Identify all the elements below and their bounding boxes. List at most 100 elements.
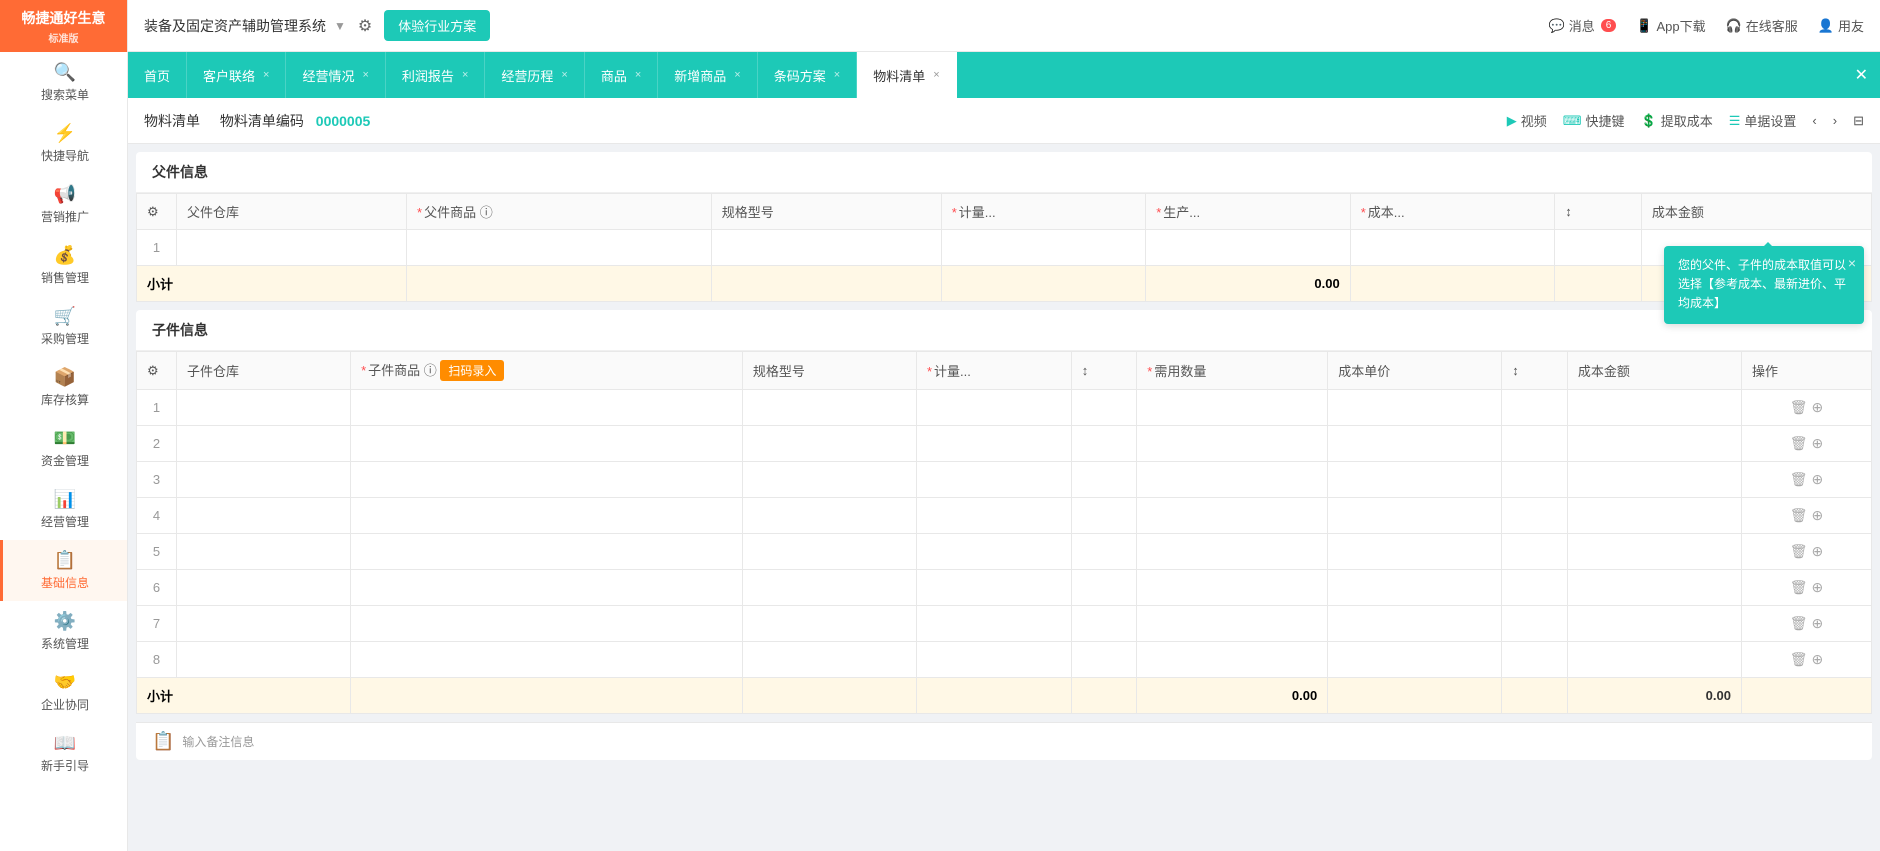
tab-profit-close[interactable]: × — [462, 69, 468, 81]
copy-icon-1[interactable]: ⊕ — [1812, 399, 1824, 416]
child-warehouse-7[interactable] — [177, 606, 351, 642]
copy-icon-7[interactable]: ⊕ — [1812, 615, 1824, 632]
child-unit-8[interactable] — [916, 642, 1071, 678]
delete-icon-2[interactable]: 🗑 — [1790, 435, 1808, 452]
child-spec-6[interactable] — [742, 570, 916, 606]
system-dropdown-arrow[interactable]: ▼ — [334, 19, 346, 33]
tab-operation[interactable]: 经营情况 × — [286, 52, 385, 98]
sidebar-item-enterprise[interactable]: 🤝 企业协同 — [0, 662, 127, 723]
child-unit-cost-6[interactable] — [1328, 570, 1502, 606]
action-shortcut[interactable]: ⌨ 快捷键 — [1563, 111, 1625, 130]
child-warehouse-8[interactable] — [177, 642, 351, 678]
child-warehouse-3[interactable] — [177, 462, 351, 498]
sidebar-item-system[interactable]: ⚙️ 系统管理 — [0, 601, 127, 662]
user-item[interactable]: 👤 用友 — [1818, 16, 1864, 35]
action-view[interactable]: ▶ 视频 — [1507, 111, 1547, 130]
child-goods-1[interactable] — [351, 390, 743, 426]
child-unit-5[interactable] — [916, 534, 1071, 570]
parent-warehouse-cell[interactable] — [177, 230, 407, 266]
tab-profit[interactable]: 利润报告 × — [386, 52, 485, 98]
sidebar-item-inventory[interactable]: 📦 库存核算 — [0, 357, 127, 418]
child-warehouse-5[interactable] — [177, 534, 351, 570]
child-goods-7[interactable] — [351, 606, 743, 642]
child-goods-6[interactable] — [351, 570, 743, 606]
child-goods-8[interactable] — [351, 642, 743, 678]
tab-customer[interactable]: 客户联络 × — [187, 52, 286, 98]
child-unit-2[interactable] — [916, 426, 1071, 462]
child-unit-6[interactable] — [916, 570, 1071, 606]
child-unit-cost-3[interactable] — [1328, 462, 1502, 498]
child-goods-5[interactable] — [351, 534, 743, 570]
tooltip-close-btn[interactable]: × — [1848, 252, 1856, 274]
tab-new-goods-close[interactable]: × — [734, 69, 740, 81]
copy-icon-2[interactable]: ⊕ — [1812, 435, 1824, 452]
sidebar-item-purchase[interactable]: 🛒 采购管理 — [0, 296, 127, 357]
child-spec-8[interactable] — [742, 642, 916, 678]
action-settings[interactable]: ☰ 单据设置 — [1729, 111, 1797, 130]
sidebar-item-management[interactable]: 📊 经营管理 — [0, 479, 127, 540]
child-qty-3[interactable] — [1137, 462, 1328, 498]
parent-col-settings[interactable]: ⚙ — [137, 194, 177, 230]
copy-icon-4[interactable]: ⊕ — [1812, 507, 1824, 524]
tab-bom[interactable]: 物料清单 × — [857, 52, 956, 98]
trial-button[interactable]: 体验行业方案 — [384, 10, 490, 41]
child-qty-1[interactable] — [1137, 390, 1328, 426]
nav-prev[interactable]: ‹ — [1812, 113, 1816, 128]
note-placeholder[interactable]: 输入备注信息 — [182, 733, 254, 750]
tab-customer-close[interactable]: × — [263, 69, 269, 81]
sidebar-item-basic-info[interactable]: 📋 基础信息 — [0, 540, 127, 601]
child-col-settings[interactable]: ⚙ — [137, 352, 177, 390]
child-unit-7[interactable] — [916, 606, 1071, 642]
sidebar-item-finance[interactable]: 💵 资金管理 — [0, 418, 127, 479]
parent-unit-cell[interactable] — [941, 230, 1146, 266]
parent-goods-cell[interactable] — [407, 230, 712, 266]
delete-icon-1[interactable]: 🗑 — [1790, 399, 1808, 416]
child-spec-1[interactable] — [742, 390, 916, 426]
child-qty-4[interactable] — [1137, 498, 1328, 534]
copy-icon-6[interactable]: ⊕ — [1812, 579, 1824, 596]
child-qty-5[interactable] — [1137, 534, 1328, 570]
child-warehouse-4[interactable] — [177, 498, 351, 534]
tab-barcode-close[interactable]: × — [834, 69, 840, 81]
delete-icon-5[interactable]: 🗑 — [1790, 543, 1808, 560]
delete-icon-7[interactable]: 🗑 — [1790, 615, 1808, 632]
tab-new-goods[interactable]: 新增商品 × — [658, 52, 757, 98]
child-warehouse-6[interactable] — [177, 570, 351, 606]
tab-goods-close[interactable]: × — [635, 69, 641, 81]
child-warehouse-2[interactable] — [177, 426, 351, 462]
delete-icon-6[interactable]: 🗑 — [1790, 579, 1808, 596]
copy-icon-5[interactable]: ⊕ — [1812, 543, 1824, 560]
nav-next[interactable]: › — [1833, 113, 1837, 128]
tab-history[interactable]: 经营历程 × — [485, 52, 584, 98]
parent-produce-cell[interactable] — [1146, 230, 1351, 266]
settings-button[interactable]: ⚙ — [358, 16, 372, 36]
sidebar-item-search[interactable]: 🔍 搜索菜单 — [0, 52, 127, 113]
action-cost[interactable]: 💲 提取成本 — [1641, 111, 1713, 130]
scan-button[interactable]: 扫码录入 — [440, 360, 504, 381]
sidebar-item-sales[interactable]: 💰 销售管理 — [0, 235, 127, 296]
delete-icon-4[interactable]: 🗑 — [1790, 507, 1808, 524]
tab-barcode[interactable]: 条码方案 × — [758, 52, 857, 98]
child-qty-7[interactable] — [1137, 606, 1328, 642]
tab-bom-close[interactable]: × — [933, 69, 939, 81]
child-spec-4[interactable] — [742, 498, 916, 534]
tab-goods[interactable]: 商品 × — [585, 52, 658, 98]
tab-operation-close[interactable]: × — [362, 69, 368, 81]
child-unit-3[interactable] — [916, 462, 1071, 498]
child-unit-1[interactable] — [916, 390, 1071, 426]
child-goods-3[interactable] — [351, 462, 743, 498]
copy-icon-3[interactable]: ⊕ — [1812, 471, 1824, 488]
parent-cost-cell[interactable] — [1350, 230, 1555, 266]
delete-icon-8[interactable]: 🗑 — [1790, 651, 1808, 668]
child-warehouse-1[interactable] — [177, 390, 351, 426]
child-unit-cost-4[interactable] — [1328, 498, 1502, 534]
child-unit-cost-7[interactable] — [1328, 606, 1502, 642]
child-unit-cost-8[interactable] — [1328, 642, 1502, 678]
online-service-item[interactable]: 🎧 在线客服 — [1726, 16, 1798, 35]
child-qty-8[interactable] — [1137, 642, 1328, 678]
child-unit-cost-1[interactable] — [1328, 390, 1502, 426]
child-spec-2[interactable] — [742, 426, 916, 462]
child-qty-2[interactable] — [1137, 426, 1328, 462]
close-all-tabs[interactable]: ✕ — [1843, 52, 1880, 98]
app-download-item[interactable]: 📱 App下载 — [1636, 16, 1705, 35]
